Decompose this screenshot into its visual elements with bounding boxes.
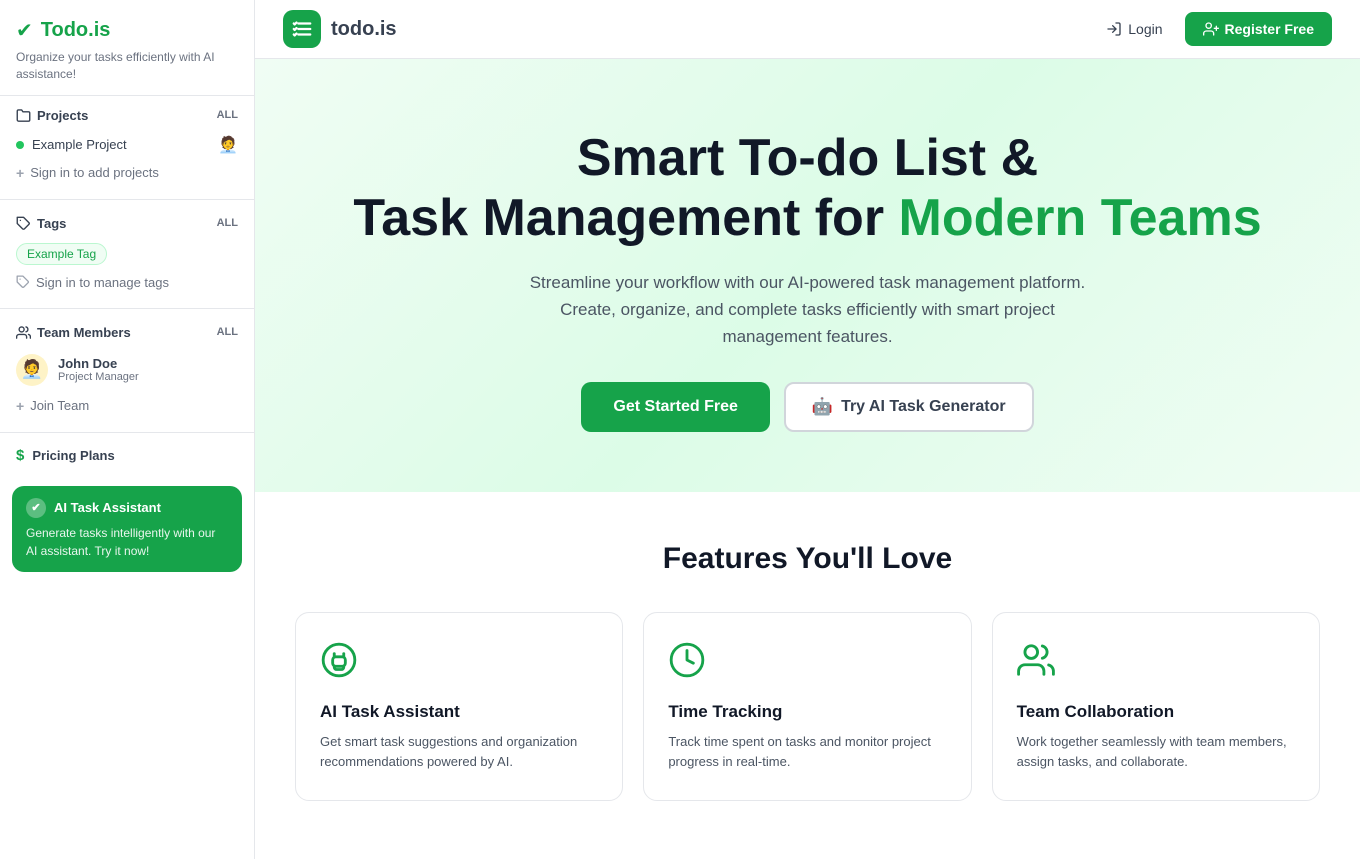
divider-1 — [0, 199, 254, 200]
project-emoji: 🧑‍💼 — [218, 135, 238, 155]
logo-text-part2: .is — [374, 18, 396, 40]
login-label: Login — [1128, 21, 1162, 37]
features-grid: AI Task Assistant Get smart task suggest… — [295, 612, 1320, 801]
member-name: John Doe — [58, 356, 139, 371]
pricing-item[interactable]: $ Pricing Plans — [0, 437, 254, 474]
member-avatar: 🧑‍💼 — [16, 354, 48, 386]
hero-title: Smart To-do List & Task Management for M… — [295, 129, 1320, 249]
manage-tags-label: Sign in to manage tags — [36, 275, 169, 290]
team-icon — [16, 325, 31, 340]
logo-icon — [283, 10, 321, 48]
topnav-logo: todo.is — [283, 10, 397, 48]
join-team-item[interactable]: + Join Team — [16, 392, 238, 420]
feature-card-ai: AI Task Assistant Get smart task suggest… — [295, 612, 623, 801]
features-section: Features You'll Love AI Task Assistant G… — [255, 492, 1360, 851]
ai-generator-label: Try AI Task Generator — [841, 398, 1006, 416]
topnav-actions: Login Register Free — [1094, 12, 1332, 46]
register-label: Register Free — [1225, 21, 1314, 37]
project-item[interactable]: Example Project 🧑‍💼 — [16, 131, 238, 159]
feature-card-time: Time Tracking Track time spent on tasks … — [643, 612, 971, 801]
feature-card-team: Team Collaboration Work together seamles… — [992, 612, 1320, 801]
sidebar-tags-section: Tags ALL Example Tag Sign in to manage t… — [0, 204, 254, 304]
hero-title-part1: Smart To-do List & — [577, 129, 1038, 187]
register-icon — [1203, 21, 1219, 37]
hero-buttons: Get Started Free 🤖 Try AI Task Generator — [295, 382, 1320, 432]
team-header: Team Members ALL — [16, 325, 238, 340]
sidebar-projects-section: Projects ALL Example Project 🧑‍💼 + Sign … — [0, 96, 254, 195]
time-feature-title: Time Tracking — [668, 702, 946, 722]
time-feature-desc: Track time spent on tasks and monitor pr… — [668, 732, 946, 772]
time-feature-icon — [668, 641, 946, 688]
member-role: Project Manager — [58, 371, 139, 383]
tag-manage-icon — [16, 275, 30, 289]
pricing-label: Pricing Plans — [32, 448, 114, 463]
ai-banner-header: ✔ AI Task Assistant — [26, 498, 228, 518]
ai-feature-desc: Get smart task suggestions and organizat… — [320, 732, 598, 772]
team-feature-desc: Work together seamlessly with team membe… — [1017, 732, 1295, 772]
logo-text: todo.is — [331, 18, 397, 41]
ai-banner-title: AI Task Assistant — [54, 500, 161, 515]
tag-item[interactable]: Example Tag — [16, 243, 107, 265]
tags-title: Tags — [16, 216, 66, 231]
hero-title-part2: Task Management for — [353, 189, 898, 247]
team-title: Team Members — [16, 325, 131, 340]
ai-feature-icon — [320, 641, 598, 688]
hero-title-accent: Modern Teams — [899, 189, 1262, 247]
plus-join-icon: + — [16, 398, 24, 414]
projects-title: Projects — [16, 108, 88, 123]
main-content: todo.is Login Register Free Smart To-do … — [255, 0, 1360, 859]
ai-gen-icon: 🤖 — [812, 397, 833, 417]
sidebar-brand-title: Todo.is — [41, 19, 111, 42]
get-started-button[interactable]: Get Started Free — [581, 382, 769, 432]
divider-3 — [0, 432, 254, 433]
folder-icon — [16, 108, 31, 123]
projects-all-link[interactable]: ALL — [217, 109, 238, 121]
team-feature-icon — [1017, 641, 1295, 688]
team-all-link[interactable]: ALL — [217, 326, 238, 338]
projects-header: Projects ALL — [16, 108, 238, 123]
project-active-dot — [16, 141, 24, 149]
login-button[interactable]: Login — [1094, 13, 1174, 45]
tags-all-link[interactable]: ALL — [217, 217, 238, 229]
register-button[interactable]: Register Free — [1185, 12, 1332, 46]
ai-banner-check-icon: ✔ — [26, 498, 46, 518]
project-name: Example Project — [32, 137, 127, 152]
team-member-item: 🧑‍💼 John Doe Project Manager — [16, 348, 238, 392]
dollar-icon: $ — [16, 447, 24, 464]
join-team-label: Join Team — [30, 398, 89, 413]
login-icon — [1106, 21, 1122, 37]
team-feature-title: Team Collaboration — [1017, 702, 1295, 722]
ai-assistant-banner[interactable]: ✔ AI Task Assistant Generate tasks intel… — [12, 486, 242, 572]
member-info: John Doe Project Manager — [58, 356, 139, 383]
ai-banner-text: Generate tasks intelligently with our AI… — [26, 524, 228, 560]
check-icon: ✔ — [16, 18, 33, 43]
sidebar: ✔ Todo.is Organize your tasks efficientl… — [0, 0, 255, 859]
logo-text-part1: todo — [331, 18, 374, 40]
manage-tags-item[interactable]: Sign in to manage tags — [16, 269, 238, 296]
ai-feature-title: AI Task Assistant — [320, 702, 598, 722]
add-project-label: Sign in to add projects — [30, 165, 159, 180]
add-project-item[interactable]: + Sign in to add projects — [16, 159, 238, 187]
ai-generator-button[interactable]: 🤖 Try AI Task Generator — [784, 382, 1034, 432]
sidebar-brand-subtitle: Organize your tasks efficiently with AI … — [16, 49, 238, 83]
divider-2 — [0, 308, 254, 309]
hero-section: Smart To-do List & Task Management for M… — [255, 59, 1360, 492]
sidebar-team-section: Team Members ALL 🧑‍💼 John Doe Project Ma… — [0, 313, 254, 428]
features-title: Features You'll Love — [295, 542, 1320, 576]
topnav: todo.is Login Register Free — [255, 0, 1360, 59]
plus-icon: + — [16, 165, 24, 181]
tags-header: Tags ALL — [16, 216, 238, 231]
sidebar-brand: ✔ Todo.is Organize your tasks efficientl… — [0, 0, 254, 96]
todo-logo-icon — [291, 18, 313, 40]
hero-subtitle: Streamline your workflow with our AI-pow… — [518, 269, 1098, 351]
tag-icon — [16, 216, 31, 231]
